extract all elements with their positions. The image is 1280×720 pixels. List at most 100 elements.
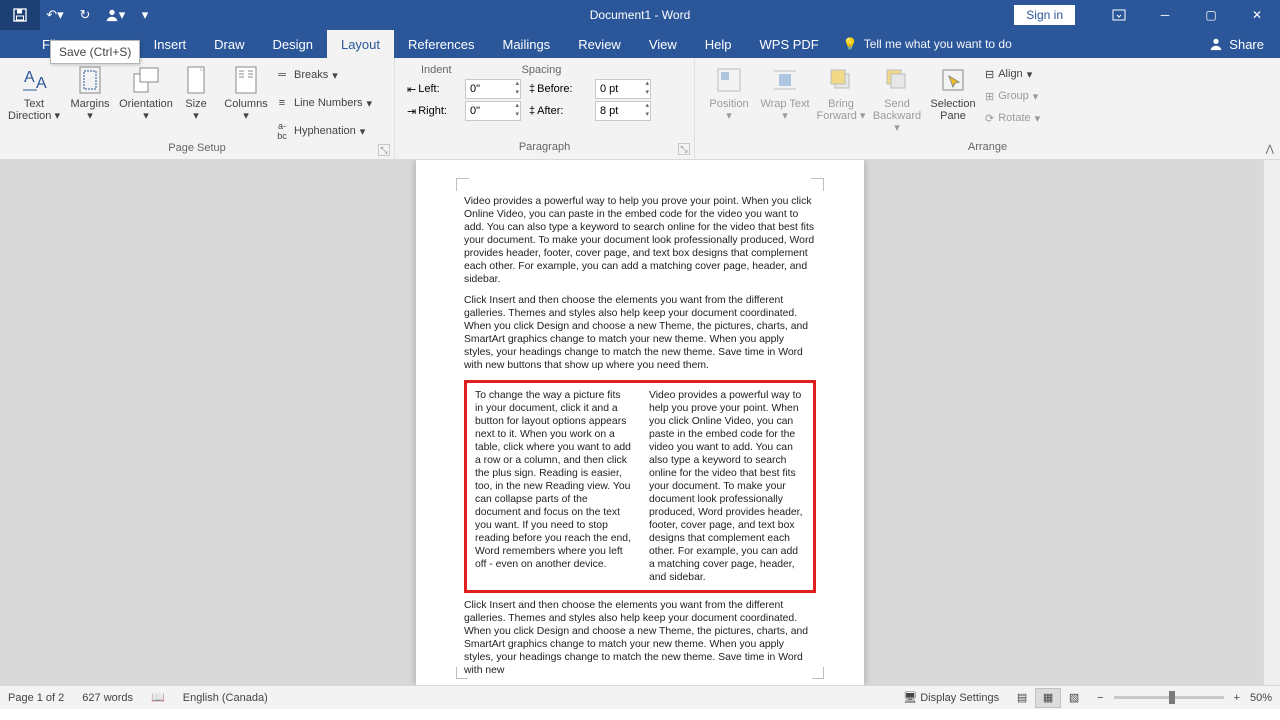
line-numbers-label: Line Numbers xyxy=(294,97,362,109)
spacing-before-input[interactable]: 0 pt xyxy=(595,79,651,99)
page-setup-group-label: Page Setup xyxy=(168,142,226,154)
selection-pane-label: Selection Pane xyxy=(930,98,975,122)
text-direction-label: Text Direction xyxy=(8,98,51,122)
indent-right-input[interactable]: 0" xyxy=(465,101,521,121)
zoom-out-button[interactable]: − xyxy=(1097,692,1103,704)
ribbon-tabs: File Home Insert Draw Design Layout Refe… xyxy=(0,30,1280,58)
paragraph: Video provides a powerful way to help yo… xyxy=(464,195,816,286)
redo-button[interactable]: ↻ xyxy=(70,0,100,30)
indent-left-input[interactable]: 0" xyxy=(465,79,521,99)
read-mode-button[interactable]: ▤ xyxy=(1009,688,1035,708)
tab-view[interactable]: View xyxy=(635,30,691,58)
minimize-button[interactable]: ─ xyxy=(1142,0,1188,30)
tell-me-search[interactable]: 💡 Tell me what you want to do xyxy=(843,30,1012,58)
breaks-button[interactable]: ═Breaks ▾ xyxy=(274,64,372,86)
tab-mailings[interactable]: Mailings xyxy=(489,30,565,58)
orientation-button[interactable]: Orientation▾ xyxy=(118,62,174,122)
indent-heading: Indent xyxy=(421,64,452,76)
spellcheck-icon[interactable]: 📖 xyxy=(151,691,165,704)
quick-access-toolbar: ↶▾ ↻ ▾ ▾ xyxy=(0,0,160,30)
web-layout-button[interactable]: ▧ xyxy=(1061,688,1087,708)
indent-right-label: Right: xyxy=(418,105,447,117)
collapse-ribbon-button[interactable]: ⋀ xyxy=(1266,144,1274,155)
close-button[interactable]: ✕ xyxy=(1234,0,1280,30)
send-backward-button[interactable]: Send Backward ▾ xyxy=(869,62,925,134)
bring-forward-button[interactable]: Bring Forward ▾ xyxy=(813,62,869,122)
spacing-heading: Spacing xyxy=(522,64,562,76)
spacing-after-input[interactable]: 8 pt xyxy=(595,101,651,121)
page: Video provides a powerful way to help yo… xyxy=(416,160,864,685)
document-title: Document1 - Word xyxy=(590,8,690,22)
line-numbers-icon: ≡ xyxy=(274,97,290,109)
hyphenation-button[interactable]: a-bcHyphenation ▾ xyxy=(274,120,372,142)
zoom-level[interactable]: 50% xyxy=(1250,692,1272,704)
tab-references[interactable]: References xyxy=(394,30,488,58)
spacing-before-label: Before: xyxy=(537,83,572,95)
column-left: To change the way a picture fits in your… xyxy=(475,389,631,584)
tab-insert[interactable]: Insert xyxy=(140,30,201,58)
title-bar: ↶▾ ↻ ▾ ▾ Document1 - Word Sign in ─ ▢ ✕ xyxy=(0,0,1280,30)
view-mode-buttons: ▤ ▦ ▧ xyxy=(1009,688,1087,708)
tab-draw[interactable]: Draw xyxy=(200,30,258,58)
position-label: Position xyxy=(709,98,748,110)
sign-in-button[interactable]: Sign in xyxy=(1013,4,1076,26)
breaks-label: Breaks xyxy=(294,69,328,81)
undo-button[interactable]: ↶▾ xyxy=(40,0,70,30)
group-button[interactable]: ⊞Group ▾ xyxy=(985,86,1040,106)
paragraph-group-label: Paragraph xyxy=(519,141,570,153)
align-button[interactable]: ⊟Align ▾ xyxy=(985,64,1040,84)
two-column-section: To change the way a picture fits in your… xyxy=(464,380,816,593)
size-button[interactable]: Size▾ xyxy=(174,62,218,122)
group-icon: ⊞ xyxy=(985,90,994,103)
display-settings-button[interactable]: 🖥 Display Settings xyxy=(903,691,999,704)
print-layout-button[interactable]: ▦ xyxy=(1035,688,1061,708)
indent-left-icon: ⇤ xyxy=(407,83,416,96)
paragraph-launcher[interactable]: ⤡ xyxy=(678,143,690,155)
tab-wpspdf[interactable]: WPS PDF xyxy=(746,30,833,58)
page-indicator[interactable]: Page 1 of 2 xyxy=(8,692,64,704)
svg-text:A: A xyxy=(24,69,35,86)
spacing-after-icon: ‡ xyxy=(529,105,535,117)
margins-label: Margins xyxy=(70,98,109,110)
hyphenation-label: Hyphenation xyxy=(294,125,356,137)
share-button[interactable]: Share xyxy=(1193,30,1280,58)
page-setup-launcher[interactable]: ⤡ xyxy=(378,144,390,156)
wrap-text-button[interactable]: Wrap Text ▾ xyxy=(757,62,813,122)
save-tooltip: Save (Ctrl+S) xyxy=(50,40,140,64)
zoom-slider[interactable] xyxy=(1114,696,1224,699)
vertical-scrollbar[interactable] xyxy=(1263,160,1280,685)
document-canvas[interactable]: Video provides a powerful way to help yo… xyxy=(0,160,1280,685)
column-right: Video provides a powerful way to help yo… xyxy=(649,389,805,584)
margins-button[interactable]: Margins▾ xyxy=(62,62,118,122)
wrap-text-label: Wrap Text xyxy=(760,98,809,110)
svg-text:A: A xyxy=(36,75,47,92)
ribbon-display-options[interactable] xyxy=(1096,0,1142,30)
maximize-button[interactable]: ▢ xyxy=(1188,0,1234,30)
language-indicator[interactable]: English (Canada) xyxy=(183,692,268,704)
tab-design[interactable]: Design xyxy=(259,30,327,58)
selection-pane-button[interactable]: Selection Pane xyxy=(925,62,981,122)
bring-forward-label: Bring Forward xyxy=(817,98,857,122)
orientation-label: Orientation xyxy=(119,98,173,110)
size-label: Size xyxy=(185,98,206,110)
rotate-label: Rotate xyxy=(998,112,1030,124)
paragraph: Click Insert and then choose the element… xyxy=(464,599,816,677)
account-button[interactable]: ▾ xyxy=(100,0,130,30)
word-count[interactable]: 627 words xyxy=(82,692,133,704)
save-button[interactable] xyxy=(0,0,40,30)
columns-label: Columns xyxy=(224,98,267,110)
spacing-after-label: After: xyxy=(537,105,563,117)
text-direction-button[interactable]: AA Text Direction ▾ xyxy=(6,62,62,122)
position-button[interactable]: Position▾ xyxy=(701,62,757,122)
indent-left-label: Left: xyxy=(418,83,439,95)
columns-button[interactable]: Columns▾ xyxy=(218,62,274,122)
paragraph: Click Insert and then choose the element… xyxy=(464,294,816,372)
tab-help[interactable]: Help xyxy=(691,30,746,58)
tab-layout[interactable]: Layout xyxy=(327,30,394,58)
rotate-button[interactable]: ⟳Rotate ▾ xyxy=(985,108,1040,128)
line-numbers-button[interactable]: ≡Line Numbers ▾ xyxy=(274,92,372,114)
zoom-in-button[interactable]: + xyxy=(1234,692,1240,704)
arrange-group-label: Arrange xyxy=(968,141,1007,153)
qat-customize[interactable]: ▾ xyxy=(130,0,160,30)
tab-review[interactable]: Review xyxy=(564,30,635,58)
